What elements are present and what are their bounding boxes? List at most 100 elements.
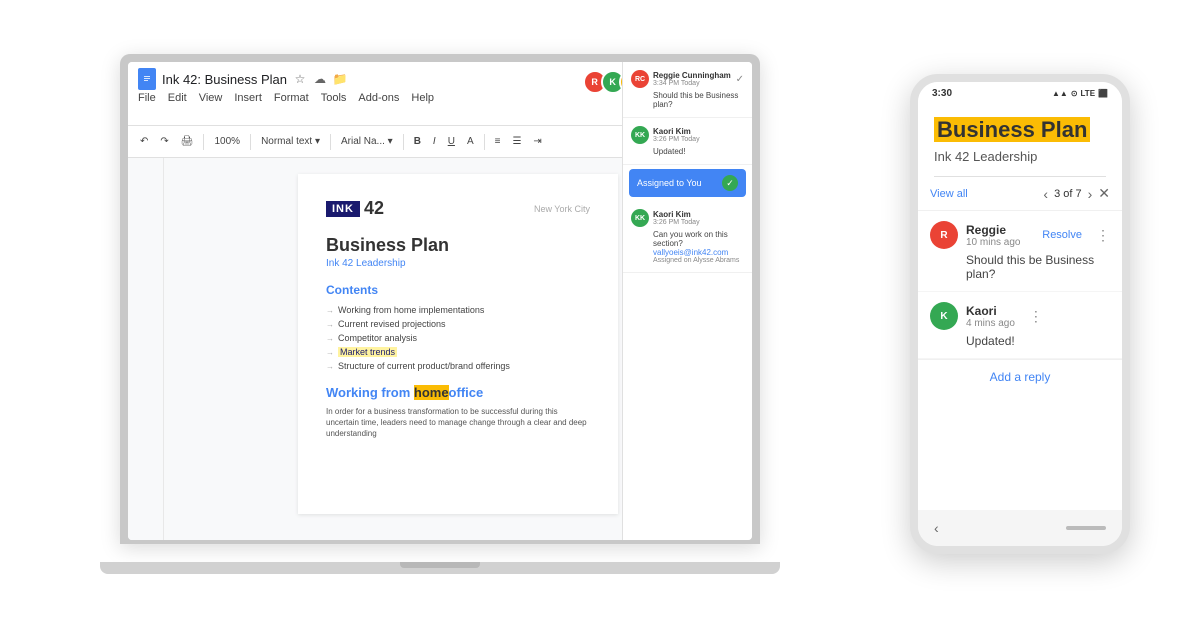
prev-arrow[interactable]: ‹ [1043, 186, 1048, 202]
commenter-name-1: Reggie Cunningham [653, 71, 731, 80]
menu-help[interactable]: Help [411, 92, 434, 104]
doc-sidebar-left [128, 158, 164, 540]
menu-insert[interactable]: Insert [234, 92, 262, 104]
toc-item-3: Competitor analysis [326, 333, 590, 343]
menu-format[interactable]: Format [274, 92, 309, 104]
check-icon-1[interactable]: ✓ [736, 74, 744, 85]
commenter-name-3: Kaori Kim [653, 210, 700, 219]
comment-user-info-1: Reggie Cunningham 3:34 PM Today [653, 71, 731, 87]
menu-edit[interactable]: Edit [168, 92, 187, 104]
comment-text-2: Updated! [653, 147, 744, 156]
signal-icon: ▲▲ [1052, 89, 1068, 98]
toc-item-2: Current revised projections [326, 319, 590, 329]
mobile-device: 3:30 ▲▲ ⊙ LTE ⬛ Business Plan Ink 42 Lea… [910, 74, 1130, 554]
comment-user-info-2: Kaori Kim 3:26 PM Today [653, 127, 700, 143]
mobile-comment-2: K Kaori 4 mins ago ⋮ Updated! [918, 292, 1122, 359]
mobile-comment-time-1: 10 mins ago [966, 237, 1020, 248]
menu-addons[interactable]: Add-ons [358, 92, 399, 104]
mobile-nav-row: ‹ 3 of 7 › ✕ [1043, 185, 1110, 202]
more-options-button[interactable]: ⋮ [1096, 227, 1110, 244]
mobile-add-reply[interactable]: Add a reply [918, 359, 1122, 394]
toolbar-undo[interactable]: ↶ [136, 134, 152, 149]
mobile-view-all[interactable]: View all [930, 188, 968, 200]
laptop-screen-border: Ink 42: Business Plan ☆ ☁ 📁 Last edit wa… [120, 54, 760, 544]
menu-view[interactable]: View [199, 92, 223, 104]
mobile-time: 3:30 [932, 88, 952, 99]
toc-item-4: Market trends [326, 347, 590, 357]
star-icon[interactable]: ☆ [293, 72, 307, 86]
toolbar-underline[interactable]: U [444, 134, 459, 149]
mobile-comment-1: R Reggie 10 mins ago Resolve ⋮ Should th… [918, 211, 1122, 292]
mobile-comment-time-2: 4 mins ago [966, 318, 1015, 329]
comment-avatar-reggie: RC [631, 70, 649, 88]
toolbar-color[interactable]: A [463, 134, 478, 149]
mobile-doc-header: Business Plan Ink 42 Leadership [918, 105, 1122, 176]
comment-text-3: Can you work on this section? [653, 230, 744, 248]
doc-contents-label: Contents [326, 283, 590, 297]
separator-5 [484, 134, 485, 150]
next-arrow[interactable]: › [1088, 186, 1093, 202]
toolbar-bold[interactable]: B [410, 134, 425, 149]
comment-assigned: Assigned on Alysse Abrams [653, 257, 744, 264]
mobile-status-icons: ▲▲ ⊙ LTE ⬛ [1052, 89, 1108, 98]
wifi-icon: ⊙ [1071, 89, 1078, 98]
doc-logo-box: INK [326, 201, 360, 217]
mobile-avatar-kaori: K [930, 302, 958, 330]
mobile-page-count: 3 of 7 [1054, 188, 1082, 200]
toc-item-1: Working from home implementations [326, 305, 590, 315]
toolbar-indent[interactable]: ⇥ [529, 134, 545, 149]
doc-section-title: Working from homeoffice [326, 385, 590, 400]
docs-title: Ink 42: Business Plan [162, 72, 287, 87]
comment-link[interactable]: vallyoeis@ink42.com [653, 248, 744, 257]
mobile-commenter-info-1: Reggie 10 mins ago [966, 223, 1020, 248]
mobile-commenter-info-2: Kaori 4 mins ago [966, 304, 1015, 329]
resolve-button[interactable]: Resolve [1042, 229, 1082, 241]
toolbar-italic[interactable]: I [429, 134, 440, 149]
laptop-screen: Ink 42: Business Plan ☆ ☁ 📁 Last edit wa… [128, 62, 752, 540]
assigned-banner: Assigned to You ✓ [629, 169, 746, 197]
toolbar-redo[interactable]: ↷ [156, 134, 172, 149]
close-icon[interactable]: ✕ [1098, 185, 1110, 202]
doc-subtitle: Ink 42 Leadership [326, 258, 590, 269]
cloud-icon: ☁ [313, 72, 327, 86]
comment-user-row-1: RC Reggie Cunningham 3:34 PM Today ✓ [631, 70, 744, 88]
home-indicator [1066, 526, 1106, 530]
doc-page: INK 42 New York City Business Plan Ink 4… [298, 174, 618, 514]
network-icon: LTE [1081, 89, 1096, 98]
bottom-back-arrow[interactable]: ‹ [934, 520, 939, 536]
mobile-avatar-reggie: R [930, 221, 958, 249]
comment-user-info-3: Kaori Kim 3:26 PM Today [653, 210, 700, 226]
doc-business-plan: Business Plan [326, 235, 590, 256]
mobile-comment-user-row-1: R Reggie 10 mins ago Resolve ⋮ [930, 221, 1110, 249]
menu-tools[interactable]: Tools [321, 92, 347, 104]
doc-logo: INK 42 [326, 198, 384, 219]
comment-time-2: 3:26 PM Today [653, 136, 700, 143]
separator-4 [403, 134, 404, 150]
toolbar-align[interactable]: ≡ [491, 134, 505, 149]
separator-2 [250, 134, 251, 150]
mobile-content: Business Plan Ink 42 Leadership View all… [918, 105, 1122, 510]
commenter-name-2: Kaori Kim [653, 127, 700, 136]
doc-content-area: INK 42 New York City Business Plan Ink 4… [128, 158, 752, 540]
docs-icon [138, 68, 156, 90]
menu-file[interactable]: File [138, 92, 156, 104]
toolbar-style[interactable]: Normal text ▾ [257, 134, 324, 149]
scene: Ink 42: Business Plan ☆ ☁ 📁 Last edit wa… [50, 24, 1150, 604]
mobile-title-text: Business Plan [934, 117, 1090, 142]
toc-item-5: Structure of current product/brand offer… [326, 361, 590, 371]
toolbar-zoom[interactable]: 100% [210, 134, 244, 149]
toolbar-font[interactable]: Arial Na... ▾ [337, 134, 397, 149]
toolbar-list[interactable]: ☰ [508, 134, 525, 149]
mobile-comment-header: View all ‹ 3 of 7 › ✕ [918, 177, 1122, 211]
comment-text-1: Should this be Business plan? [653, 91, 744, 109]
comment-user-row-2: KK Kaori Kim 3:26 PM Today [631, 126, 744, 144]
comment-time-3: 3:26 PM Today [653, 219, 700, 226]
comment-bubble-3: KK Kaori Kim 3:26 PM Today Can you work … [623, 201, 752, 273]
mobile-commenter-name-2: Kaori [966, 304, 1015, 318]
doc-logo-area: INK 42 New York City [326, 198, 590, 219]
more-options-button-2[interactable]: ⋮ [1029, 308, 1043, 325]
folder-icon: 📁 [333, 72, 347, 86]
mobile-bottom-bar: ‹ [918, 510, 1122, 546]
mobile-comment-body-2: Updated! [966, 334, 1110, 348]
toolbar-print[interactable]: 🖨 [177, 134, 198, 149]
